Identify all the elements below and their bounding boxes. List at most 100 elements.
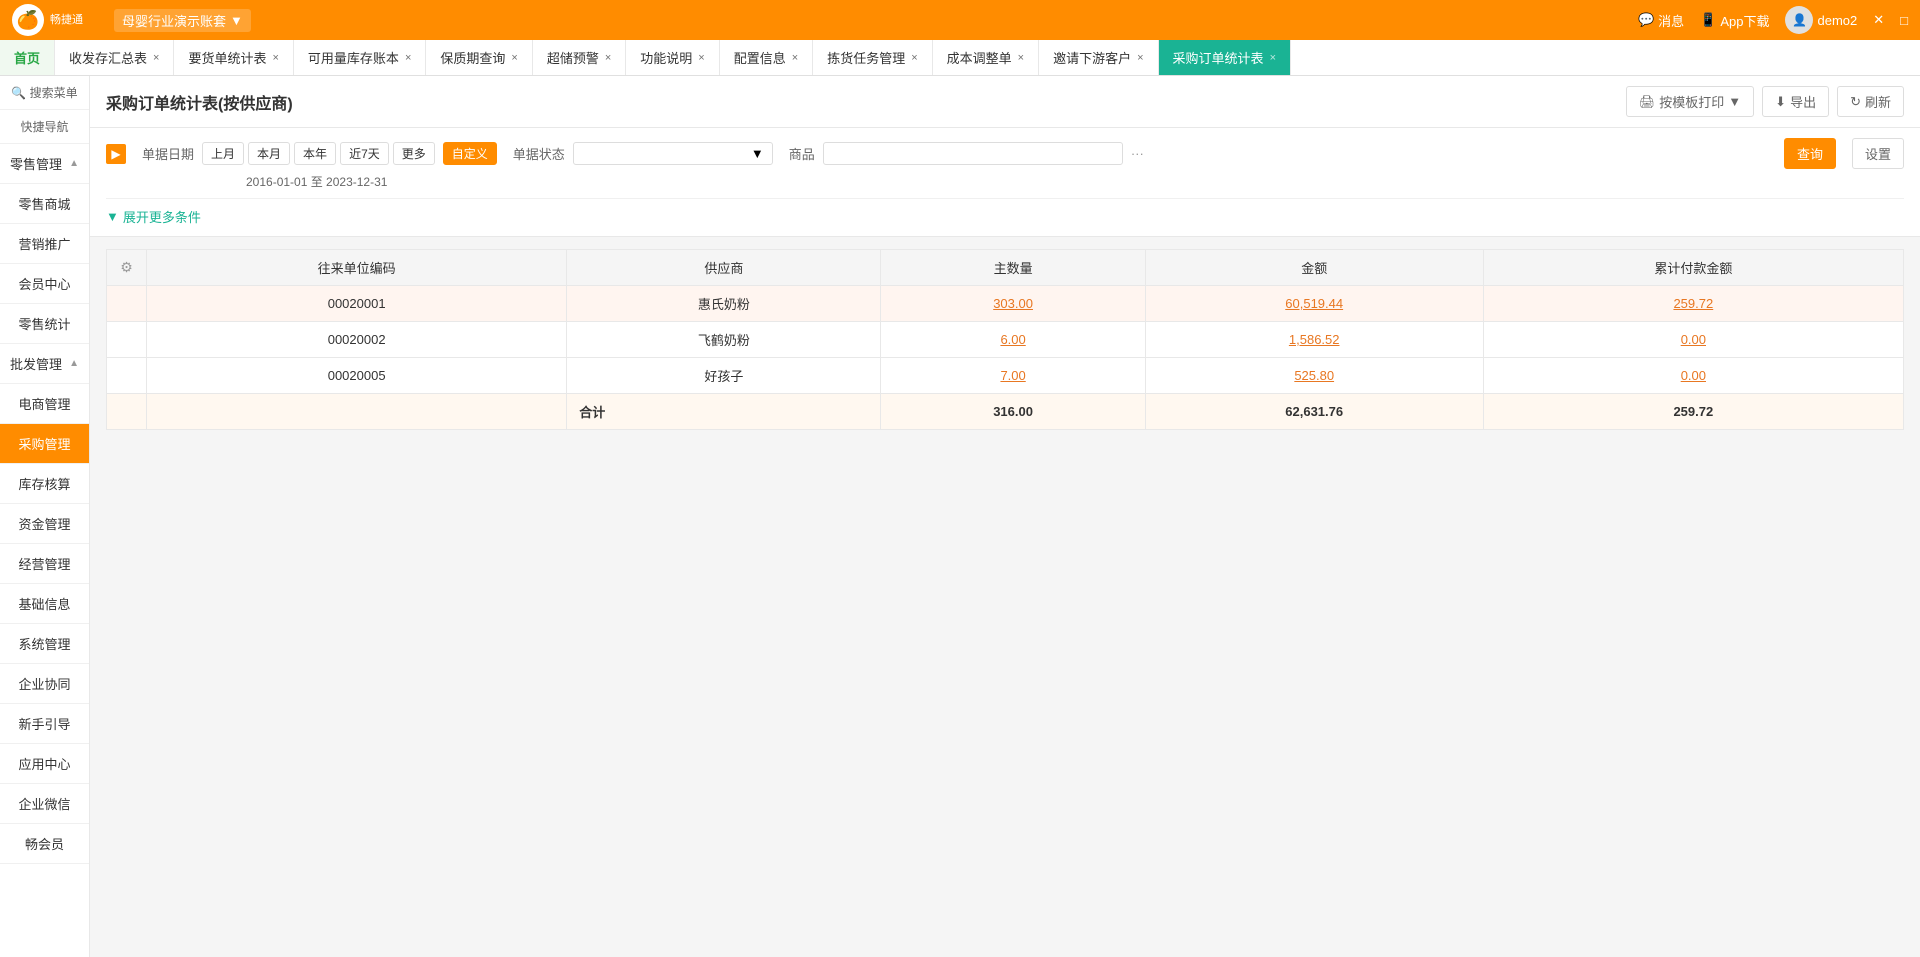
settings-btn[interactable]: 设置: [1852, 138, 1904, 169]
row-quantity[interactable]: 6.00: [881, 322, 1145, 358]
sidebar-item-retail-mgmt[interactable]: 零售管理▲: [0, 144, 89, 184]
tab-cost-adjust[interactable]: 成本调整单×: [933, 40, 1039, 76]
sidebar-item-inventory-check[interactable]: 库存核算: [0, 464, 89, 504]
export-btn[interactable]: ⬇ 导出: [1762, 86, 1829, 117]
filter-row: ▶ 单据日期 上月本月本年近7天更多 自定义 单据状态 ▼: [106, 138, 1904, 169]
user-info[interactable]: 👤 demo2: [1785, 6, 1857, 34]
row-quantity[interactable]: 7.00: [881, 358, 1145, 394]
sidebar-item-member[interactable]: 畅会员: [0, 824, 89, 864]
sidebar-item-retail-store[interactable]: 零售商城: [0, 184, 89, 224]
tab-requisition[interactable]: 要货单统计表×: [174, 40, 293, 76]
footer-cell-0: [107, 394, 147, 430]
status-select-arrow: ▼: [751, 146, 764, 161]
amount-link[interactable]: 525.80: [1294, 368, 1334, 383]
sidebar-item-label-marketing: 营销推广: [18, 234, 70, 253]
col-header-settings[interactable]: ⚙: [107, 250, 147, 286]
sidebar-item-basic-info[interactable]: 基础信息: [0, 584, 89, 624]
quantity-link[interactable]: 303.00: [993, 296, 1033, 311]
row-paid[interactable]: 0.00: [1483, 358, 1903, 394]
date-btn-上月[interactable]: 上月: [202, 142, 244, 165]
row-supplier: 惠氏奶粉: [567, 286, 881, 322]
date-btn-更多[interactable]: 更多: [393, 142, 435, 165]
paid-link[interactable]: 0.00: [1681, 332, 1706, 347]
quantity-link[interactable]: 6.00: [1000, 332, 1025, 347]
expand-filter-btn[interactable]: ▶: [106, 144, 126, 164]
message-btn[interactable]: 💬 消息: [1638, 11, 1684, 30]
maximize-btn[interactable]: □: [1900, 13, 1908, 28]
table-row: 00020002飞鹤奶粉6.001,586.520.00: [107, 322, 1904, 358]
sidebar-item-system-mgmt[interactable]: 系统管理: [0, 624, 89, 664]
sidebar-item-purchase-mgmt[interactable]: 采购管理: [0, 424, 89, 464]
sidebar-item-member-center[interactable]: 会员中心: [0, 264, 89, 304]
chevron-icon: ▲: [69, 358, 79, 369]
paid-link[interactable]: 0.00: [1681, 368, 1706, 383]
sidebar-item-wholesale-mgmt[interactable]: 批发管理▲: [0, 344, 89, 384]
sidebar-item-funds-mgmt[interactable]: 资金管理: [0, 504, 89, 544]
tab-pick-task[interactable]: 拣货任务管理×: [813, 40, 932, 76]
amount-link[interactable]: 60,519.44: [1285, 296, 1343, 311]
sidebar-item-enterprise-coop[interactable]: 企业协同: [0, 664, 89, 704]
tab-function-desc[interactable]: 功能说明×: [626, 40, 719, 76]
query-btn[interactable]: 查询: [1784, 138, 1836, 169]
row-paid[interactable]: 0.00: [1483, 322, 1903, 358]
tab-config-info[interactable]: 配置信息×: [720, 40, 813, 76]
tab-close-config-info[interactable]: ×: [792, 52, 798, 64]
tab-close-receive-send[interactable]: ×: [153, 52, 159, 64]
close-btn[interactable]: ✕: [1873, 12, 1884, 28]
tab-close-shelf-life[interactable]: ×: [511, 52, 517, 64]
print-btn[interactable]: 🖨 按模板打印 ▼: [1626, 86, 1754, 117]
tab-close-available-stock[interactable]: ×: [405, 52, 411, 64]
status-select[interactable]: ▼: [573, 142, 773, 165]
row-paid[interactable]: 259.72: [1483, 286, 1903, 322]
tab-close-cost-adjust[interactable]: ×: [1018, 52, 1024, 64]
tab-purchase-summary[interactable]: 采购订单统计表×: [1159, 40, 1291, 76]
tab-close-function-desc[interactable]: ×: [698, 52, 704, 64]
row-quantity[interactable]: 303.00: [881, 286, 1145, 322]
date-btn-本年[interactable]: 本年: [294, 142, 336, 165]
tab-invite-customer[interactable]: 邀请下游客户×: [1039, 40, 1158, 76]
sidebar-item-ecommerce-mgmt[interactable]: 电商管理: [0, 384, 89, 424]
settings-col-icon[interactable]: ⚙: [120, 259, 133, 275]
row-settings: [107, 358, 147, 394]
app-download-btn[interactable]: 📱 App下载: [1700, 11, 1769, 30]
sidebar-quick-nav[interactable]: 快捷导航: [0, 110, 89, 144]
tab-receive-send[interactable]: 收发存汇总表×: [55, 40, 174, 76]
tab-available-stock[interactable]: 可用量库存账本×: [294, 40, 426, 76]
tab-home[interactable]: 首页: [0, 40, 55, 76]
row-amount[interactable]: 60,519.44: [1145, 286, 1483, 322]
paid-link[interactable]: 259.72: [1673, 296, 1713, 311]
tab-close-overstock[interactable]: ×: [605, 52, 611, 64]
tab-close-requisition[interactable]: ×: [272, 52, 278, 64]
sidebar: 🔍 搜索菜单 快捷导航 零售管理▲零售商城营销推广会员中心零售统计批发管理▲电商…: [0, 76, 90, 957]
row-amount[interactable]: 525.80: [1145, 358, 1483, 394]
sidebar-search[interactable]: 🔍 搜索菜单: [0, 76, 89, 110]
sidebar-item-retail-stats[interactable]: 零售统计: [0, 304, 89, 344]
sidebar-item-operations-mgmt[interactable]: 经营管理: [0, 544, 89, 584]
expand-more-icon: ▼: [106, 209, 119, 224]
sidebar-item-app-center[interactable]: 应用中心: [0, 744, 89, 784]
date-btn-近7天[interactable]: 近7天: [340, 142, 389, 165]
goods-input[interactable]: [823, 142, 1123, 165]
custom-date-btn[interactable]: 自定义: [443, 142, 497, 165]
page-header: 采购订单统计表(按供应商) 🖨 按模板打印 ▼ ⬇ 导出 ↻ 刷新: [90, 76, 1920, 128]
amount-link[interactable]: 1,586.52: [1289, 332, 1340, 347]
expand-more-btn[interactable]: ▼ 展开更多条件: [106, 207, 1904, 226]
tab-close-purchase-summary[interactable]: ×: [1270, 52, 1276, 64]
tab-overstock[interactable]: 超储预警×: [533, 40, 626, 76]
goods-filter-label: 商品: [789, 144, 815, 163]
date-btn-本月[interactable]: 本月: [248, 142, 290, 165]
col-header-amount: 金额: [1145, 250, 1483, 286]
sidebar-item-new-guide[interactable]: 新手引导: [0, 704, 89, 744]
footer-cell-2: 合计: [567, 394, 881, 430]
data-table: ⚙往来单位编码供应商主数量金额累计付款金额 00020001惠氏奶粉303.00…: [106, 249, 1904, 430]
tab-close-invite-customer[interactable]: ×: [1137, 52, 1143, 64]
footer-cell-5: 259.72: [1483, 394, 1903, 430]
workspace-selector[interactable]: 母婴行业演示账套 ▼: [114, 9, 251, 32]
refresh-btn[interactable]: ↻ 刷新: [1837, 86, 1904, 117]
row-amount[interactable]: 1,586.52: [1145, 322, 1483, 358]
tab-shelf-life[interactable]: 保质期查询×: [426, 40, 532, 76]
quantity-link[interactable]: 7.00: [1000, 368, 1025, 383]
tab-close-pick-task[interactable]: ×: [911, 52, 917, 64]
sidebar-item-marketing[interactable]: 营销推广: [0, 224, 89, 264]
sidebar-item-enterprise-wechat[interactable]: 企业微信: [0, 784, 89, 824]
